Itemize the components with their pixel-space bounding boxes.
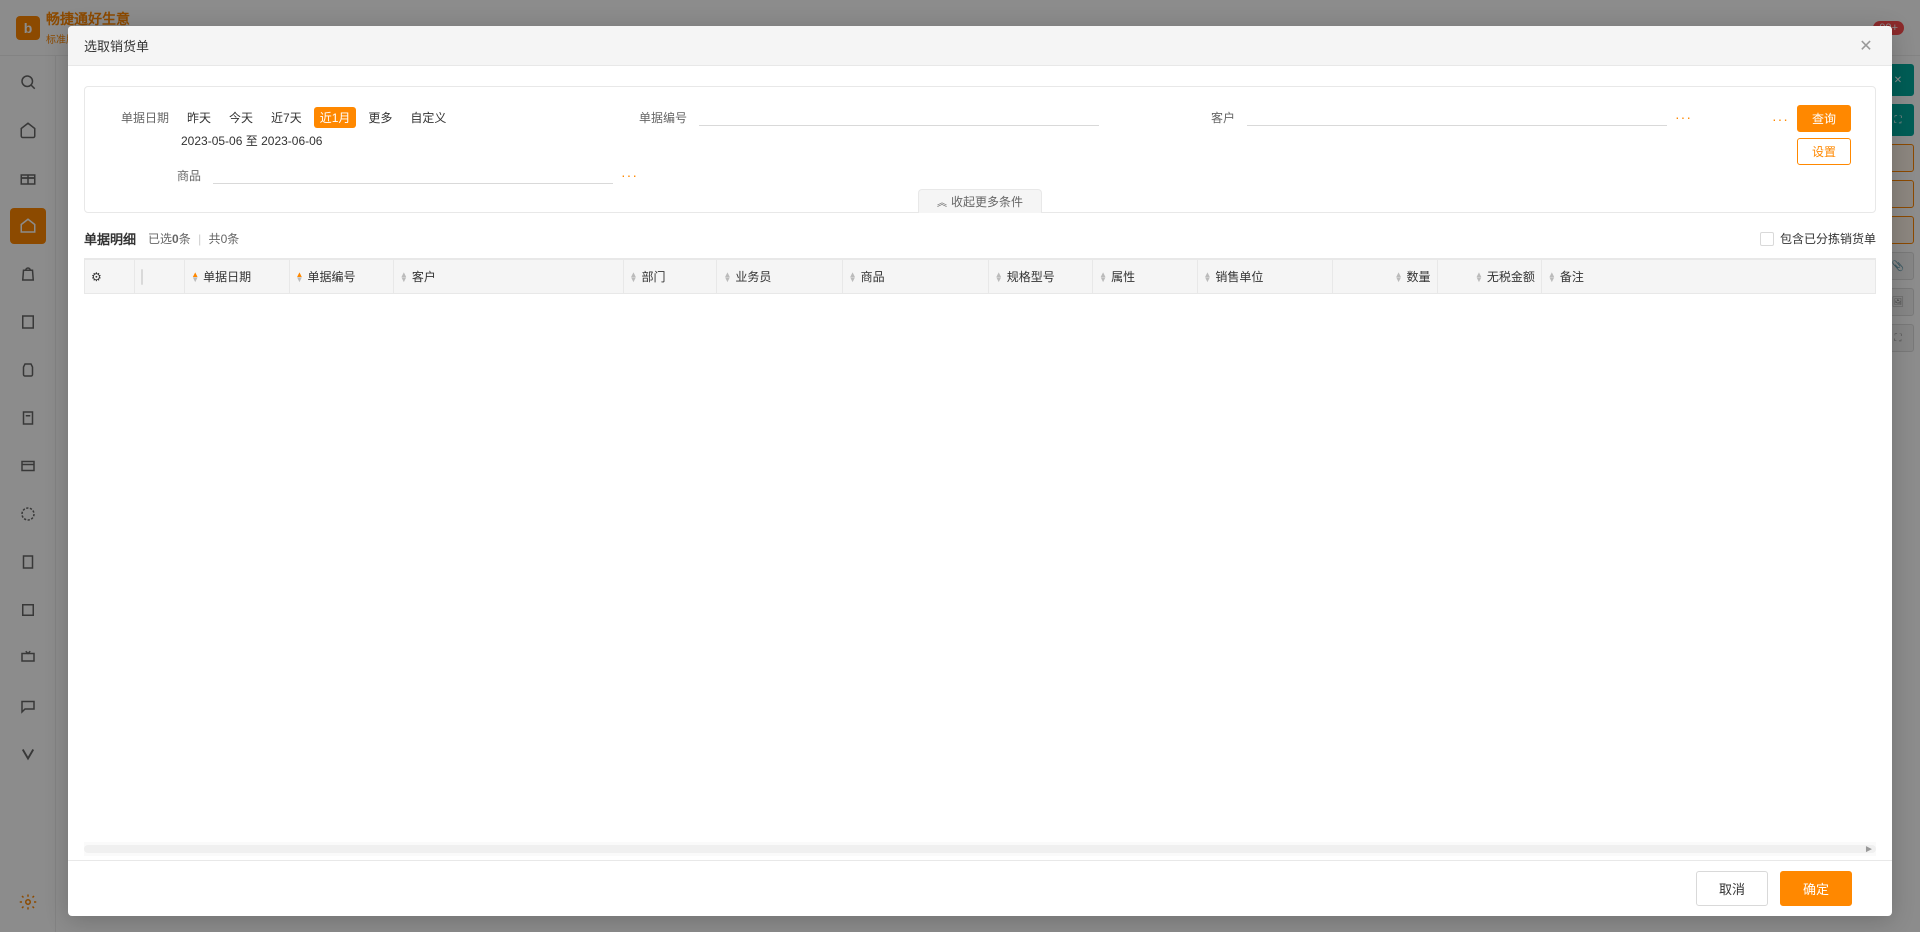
modal-body: 单据日期 昨天 今天 近7天 近1月 更多 自定义 2023-05-06 至 — [68, 66, 1892, 860]
scroll-right-icon[interactable]: ► — [1862, 842, 1876, 856]
preset-more[interactable]: 更多 — [362, 107, 398, 128]
close-icon[interactable]: ✕ — [1856, 36, 1876, 56]
preset-today[interactable]: 今天 — [223, 107, 259, 128]
doc-no-label: 单据编号 — [627, 107, 687, 126]
modal-footer: 取消 确定 — [68, 860, 1892, 916]
col-remark[interactable]: ▲▼备注 — [1541, 260, 1875, 294]
collapse-label: 收起更多条件 — [951, 193, 1023, 210]
preset-custom[interactable]: 自定义 — [404, 107, 452, 128]
modal-header: 选取销货单 ✕ — [68, 26, 1892, 66]
date-to: 2023-06-06 — [261, 134, 322, 148]
confirm-button[interactable]: 确定 — [1780, 871, 1852, 906]
date-from: 2023-05-06 — [181, 134, 242, 148]
col-dept[interactable]: ▲▼部门 — [623, 260, 717, 294]
include-shipped-checkbox[interactable] — [1760, 232, 1774, 246]
filter-panel: 单据日期 昨天 今天 近7天 近1月 更多 自定义 2023-05-06 至 — [84, 86, 1876, 213]
col-sale-unit[interactable]: ▲▼销售单位 — [1197, 260, 1333, 294]
product-input[interactable] — [213, 165, 613, 184]
col-attr[interactable]: ▲▼属性 — [1093, 260, 1197, 294]
scroll-track[interactable] — [84, 845, 1876, 853]
col-date[interactable]: ▲▼单据日期 — [185, 260, 289, 294]
col-doc-no[interactable]: ▲▼单据编号 — [289, 260, 393, 294]
col-amount-notax[interactable]: ▲▼无税金额 — [1437, 260, 1541, 294]
cancel-button[interactable]: 取消 — [1696, 871, 1768, 906]
sales-order-table: ⚙ ▲▼单据日期 ▲▼单据编号 ▲▼客户 ▲▼部门 ▲▼业务员 ▲▼商品 ▲▼规… — [84, 259, 1876, 294]
include-shipped-label: 包含已分拣销货单 — [1780, 230, 1876, 247]
preset-yesterday[interactable]: 昨天 — [181, 107, 217, 128]
col-spec[interactable]: ▲▼规格型号 — [988, 260, 1092, 294]
product-more-icon[interactable]: ··· — [621, 167, 638, 183]
date-label: 单据日期 — [109, 107, 169, 126]
date-sep: 至 — [246, 134, 258, 148]
modal-title: 选取销货单 — [84, 36, 149, 55]
col-qty[interactable]: ▲▼数量 — [1333, 260, 1437, 294]
product-label: 商品 — [109, 165, 201, 184]
list-count: 已选0条 | 共0条 — [148, 230, 239, 247]
customer-more-icon[interactable]: ··· — [1675, 109, 1692, 125]
list-title: 单据明细 — [84, 229, 136, 248]
date-range: 2023-05-06 至 2023-06-06 — [181, 132, 579, 149]
preset-last7[interactable]: 近7天 — [265, 107, 308, 128]
filter-more-icon[interactable]: ··· — [1772, 111, 1789, 127]
col-gear[interactable]: ⚙ — [85, 260, 135, 294]
preset-last1month[interactable]: 近1月 — [314, 107, 357, 128]
doc-no-input[interactable] — [699, 107, 1099, 126]
collapse-conditions[interactable]: ︽ 收起更多条件 — [918, 189, 1042, 213]
gear-icon: ⚙ — [91, 270, 102, 284]
table-container: ⚙ ▲▼单据日期 ▲▼单据编号 ▲▼客户 ▲▼部门 ▲▼业务员 ▲▼商品 ▲▼规… — [84, 258, 1876, 842]
col-product[interactable]: ▲▼商品 — [842, 260, 988, 294]
col-customer[interactable]: ▲▼客户 — [393, 260, 623, 294]
query-button[interactable]: 查询 — [1797, 105, 1851, 132]
col-checkall[interactable] — [135, 260, 185, 294]
customer-label: 客户 — [1175, 107, 1235, 126]
settings-button[interactable]: 设置 — [1797, 138, 1851, 165]
checkall-checkbox[interactable] — [141, 269, 143, 285]
chevron-up-icon: ︽ — [937, 194, 947, 209]
customer-input[interactable] — [1247, 107, 1667, 126]
list-header: 单据明细 已选0条 | 共0条 包含已分拣销货单 — [68, 229, 1892, 258]
col-salesperson[interactable]: ▲▼业务员 — [717, 260, 842, 294]
date-presets: 昨天 今天 近7天 近1月 更多 自定义 — [181, 107, 579, 128]
horizontal-scrollbar[interactable]: ◄ ► — [84, 842, 1876, 856]
select-sales-order-modal: 选取销货单 ✕ 单据日期 昨天 今天 近7天 近1月 更多 自定义 — [68, 26, 1892, 916]
